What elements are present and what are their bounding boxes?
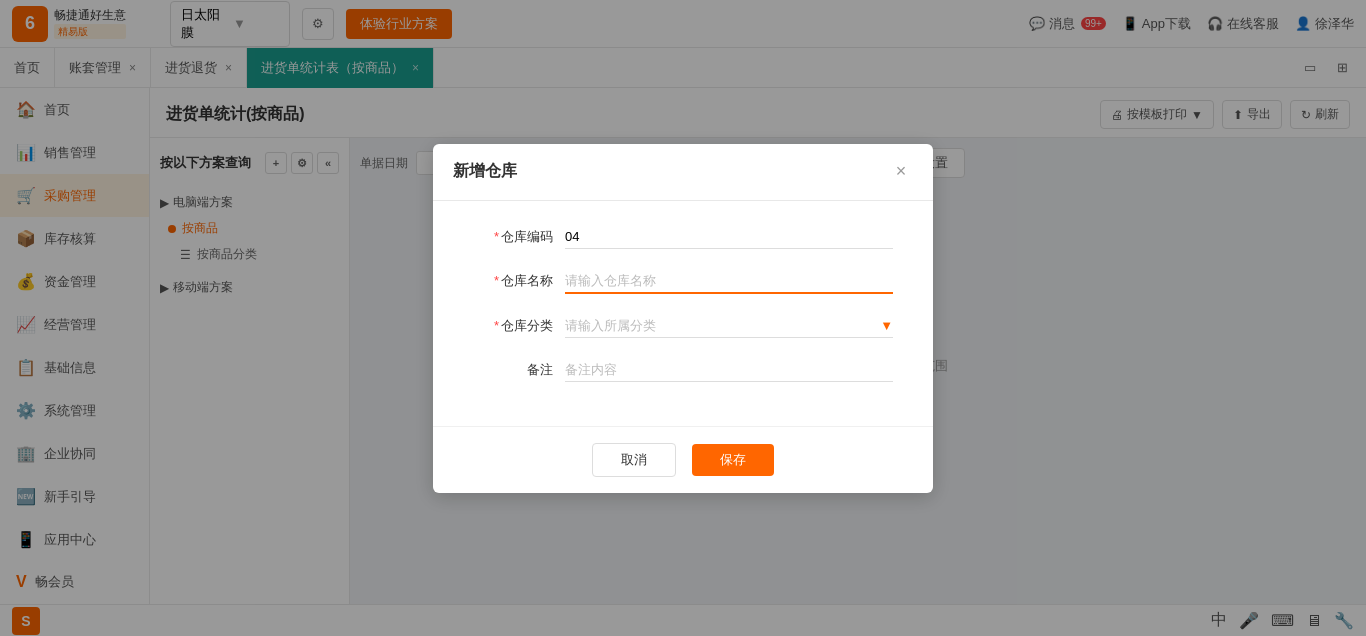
- form-row-name: 仓库名称: [473, 269, 893, 294]
- code-input[interactable]: [565, 225, 893, 249]
- code-label: 仓库编码: [473, 228, 553, 246]
- modal-overlay: 新增仓库 × 仓库编码 仓库名称 仓库分类 请输入所属分类 ▼: [0, 0, 1366, 636]
- dialog-header: 新增仓库 ×: [433, 144, 933, 201]
- dialog-footer: 取消 保存: [433, 426, 933, 493]
- form-row-remark: 备注: [473, 358, 893, 382]
- dialog-close-button[interactable]: ×: [889, 160, 913, 184]
- name-label: 仓库名称: [473, 272, 553, 290]
- form-row-code: 仓库编码: [473, 225, 893, 249]
- dialog-body: 仓库编码 仓库名称 仓库分类 请输入所属分类 ▼ 备注: [433, 201, 933, 426]
- remark-input[interactable]: [565, 358, 893, 382]
- remark-label: 备注: [473, 361, 553, 379]
- dialog-title: 新增仓库: [453, 161, 517, 182]
- cancel-button[interactable]: 取消: [592, 443, 676, 477]
- form-row-category: 仓库分类 请输入所属分类 ▼: [473, 314, 893, 338]
- add-warehouse-dialog: 新增仓库 × 仓库编码 仓库名称 仓库分类 请输入所属分类 ▼: [433, 144, 933, 493]
- category-select[interactable]: 请输入所属分类: [565, 318, 893, 333]
- save-button[interactable]: 保存: [692, 444, 774, 476]
- name-input[interactable]: [565, 269, 893, 294]
- category-label: 仓库分类: [473, 317, 553, 335]
- category-select-wrap: 请输入所属分类 ▼: [565, 314, 893, 338]
